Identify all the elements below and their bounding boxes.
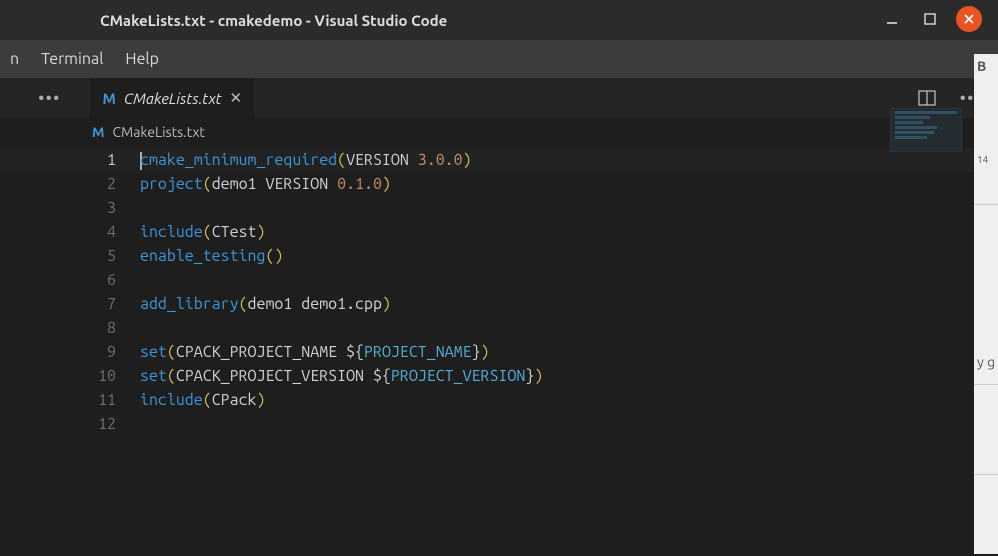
title-bar: CMakeLists.txt - cmakedemo - Visual Stud… [0,0,998,40]
line-number: 11 [0,388,140,412]
close-icon[interactable]: ✕ [230,89,243,107]
window-title: CMakeLists.txt - cmakedemo - Visual Stud… [100,12,447,29]
line-number: 10 [0,364,140,388]
code-line[interactable]: 9set(CPACK_PROJECT_NAME ${PROJECT_NAME}) [0,340,998,364]
code-content[interactable]: set(CPACK_PROJECT_VERSION ${PROJECT_VERS… [140,364,543,388]
line-number: 5 [0,244,140,268]
code-line[interactable]: 6 [0,268,998,292]
close-button[interactable] [956,6,982,32]
line-number: 9 [0,340,140,364]
code-content[interactable]: project(demo1 VERSION 0.1.0) [140,172,391,196]
line-number: 4 [0,220,140,244]
code-line[interactable]: 10set(CPACK_PROJECT_VERSION ${PROJECT_VE… [0,364,998,388]
line-number: 12 [0,412,140,436]
code-line[interactable]: 11include(CPack) [0,388,998,412]
file-icon: M [92,124,104,140]
tab-cmakelists[interactable]: M CMakeLists.txt ✕ [90,78,254,118]
minimize-button[interactable] [880,7,904,31]
code-line[interactable]: 1cmake_minimum_required(VERSION 3.0.0) [0,148,998,172]
code-content[interactable]: set(CPACK_PROJECT_NAME ${PROJECT_NAME}) [140,340,490,364]
menu-bar: n Terminal Help [0,40,998,78]
menu-terminal[interactable]: Terminal [31,50,113,68]
code-content[interactable]: add_library(demo1 demo1.cpp) [140,292,391,316]
line-number: 8 [0,316,140,340]
breadcrumb-label: CMakeLists.txt [112,124,204,140]
code-content[interactable]: cmake_minimum_required(VERSION 3.0.0) [140,148,472,172]
split-editor-icon[interactable] [918,89,936,107]
code-line[interactable]: 8 [0,316,998,340]
window-controls [880,6,982,32]
line-number: 7 [0,292,140,316]
line-number: 1 [0,148,140,172]
maximize-button[interactable] [918,7,942,31]
code-line[interactable]: 5enable_testing() [0,244,998,268]
background-window-edge: B 14 y g [974,54,998,554]
minimap[interactable] [890,108,962,152]
menu-fragment[interactable]: n [0,50,29,68]
code-editor[interactable]: 1cmake_minimum_required(VERSION 3.0.0)2p… [0,146,998,436]
code-line[interactable]: 4include(CTest) [0,220,998,244]
line-number: 6 [0,268,140,292]
bg-label: y g [977,354,995,370]
code-line[interactable]: 12 [0,412,998,436]
code-content[interactable]: include(CPack) [140,388,265,412]
file-icon: M [102,90,115,107]
code-line[interactable]: 7add_library(demo1 demo1.cpp) [0,292,998,316]
breadcrumb[interactable]: M CMakeLists.txt [0,118,998,146]
tab-label: CMakeLists.txt [124,90,222,107]
line-number: 2 [0,172,140,196]
code-line[interactable]: 3 [0,196,998,220]
code-content[interactable]: enable_testing() [140,244,283,268]
line-number: 3 [0,196,140,220]
tab-overflow-icon[interactable]: ••• [28,88,70,108]
bg-label: 14 [977,154,988,165]
menu-help[interactable]: Help [115,50,169,68]
bg-label: B [977,58,986,74]
code-line[interactable]: 2project(demo1 VERSION 0.1.0) [0,172,998,196]
editor-tabs: ••• M CMakeLists.txt ✕ ••• [0,78,998,118]
code-content[interactable]: include(CTest) [140,220,265,244]
